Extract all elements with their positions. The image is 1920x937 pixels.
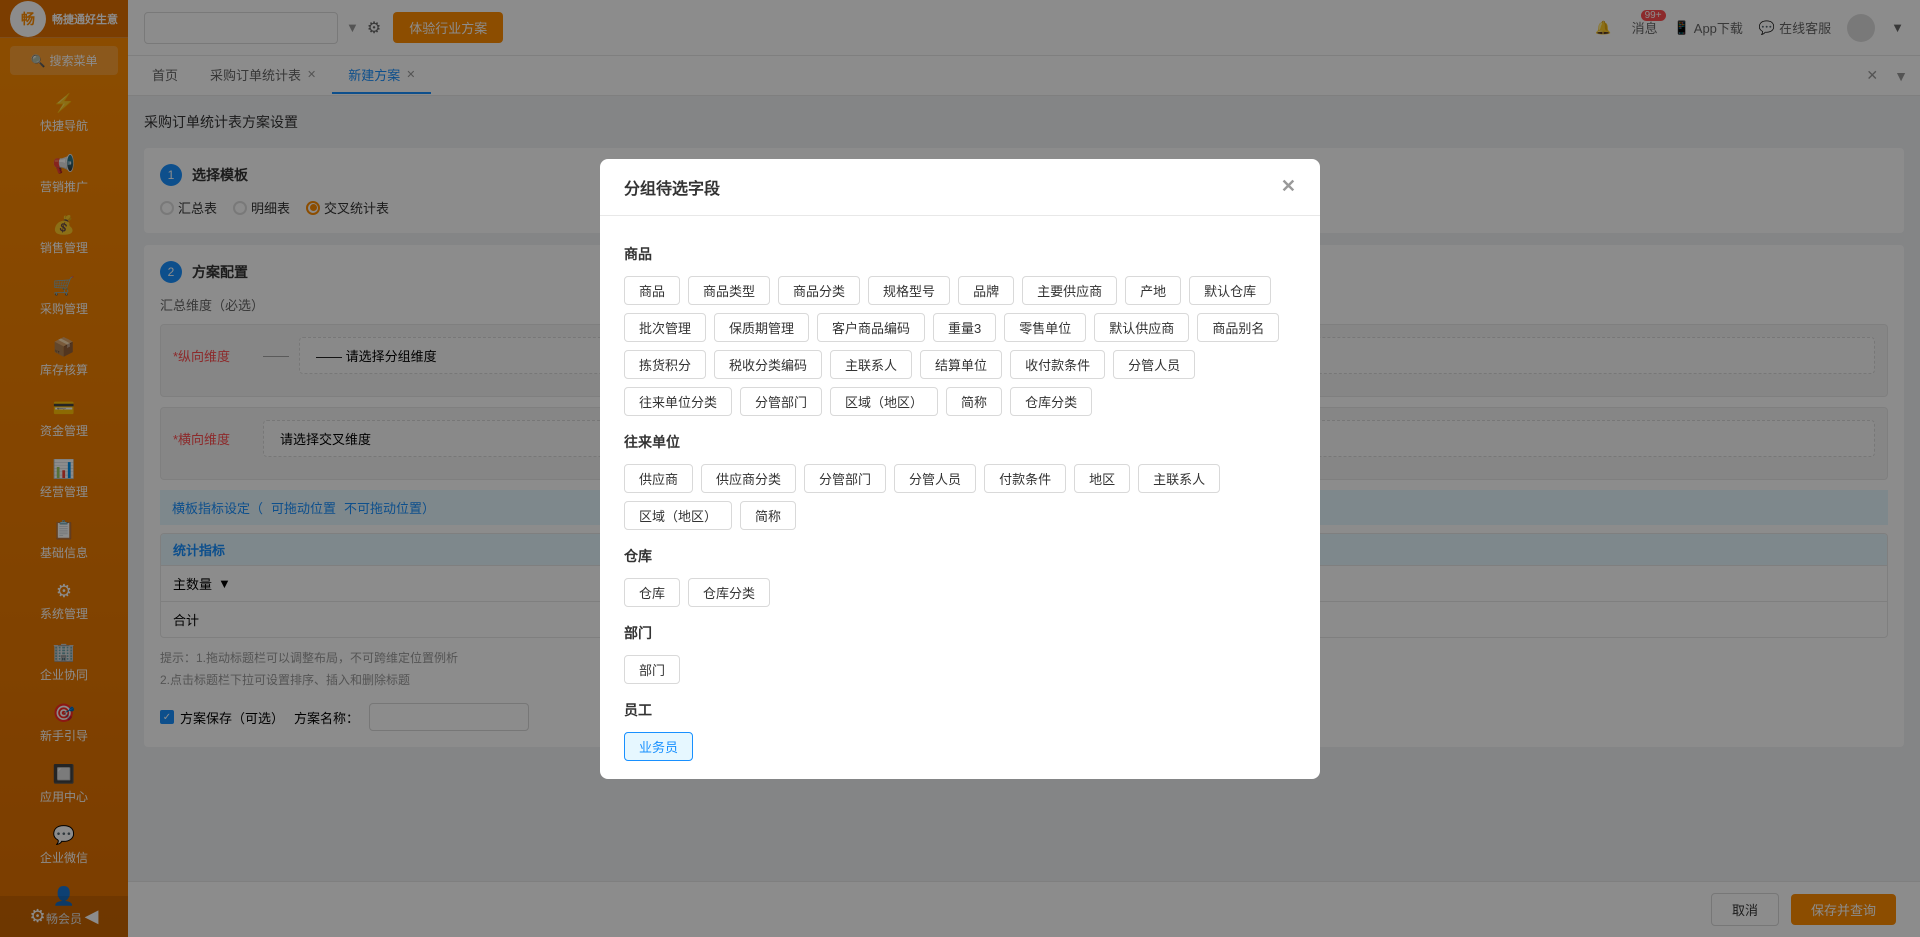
field-tag-拣货积分[interactable]: 拣货积分 — [624, 350, 706, 379]
field-tag-规格型号[interactable]: 规格型号 — [868, 276, 950, 305]
field-tags-employee: 业务员 — [624, 732, 1296, 761]
section-title-goods: 商品 — [624, 244, 1296, 264]
field-tag-默认供应商[interactable]: 默认供应商 — [1094, 313, 1189, 342]
modal-overlay: 分组待选字段 ✕ 商品商品商品类型商品分类规格型号品牌主要供应商产地默认仓库批次… — [0, 0, 1920, 937]
field-tag-仓库[interactable]: 仓库 — [624, 578, 680, 607]
field-tag-区域（地区）[interactable]: 区域（地区） — [830, 387, 938, 416]
field-tags-warehouse: 仓库仓库分类 — [624, 578, 1296, 607]
modal-title: 分组待选字段 — [624, 175, 720, 199]
field-tag-分管部门[interactable]: 分管部门 — [740, 387, 822, 416]
field-tag-供应商分类[interactable]: 供应商分类 — [701, 464, 796, 493]
field-tag-仓库分类[interactable]: 仓库分类 — [688, 578, 770, 607]
modal-dialog: 分组待选字段 ✕ 商品商品商品类型商品分类规格型号品牌主要供应商产地默认仓库批次… — [600, 159, 1320, 779]
field-tag-零售单位[interactable]: 零售单位 — [1004, 313, 1086, 342]
field-tag-保质期管理[interactable]: 保质期管理 — [714, 313, 809, 342]
section-title-employee: 员工 — [624, 700, 1296, 720]
field-tag-分管部门[interactable]: 分管部门 — [804, 464, 886, 493]
field-tag-客户商品编码[interactable]: 客户商品编码 — [817, 313, 925, 342]
field-tags-goods: 商品商品类型商品分类规格型号品牌主要供应商产地默认仓库批次管理保质期管理客户商品… — [624, 276, 1296, 416]
field-tag-业务员[interactable]: 业务员 — [624, 732, 693, 761]
field-tag-收付款条件[interactable]: 收付款条件 — [1010, 350, 1105, 379]
field-tags-department: 部门 — [624, 655, 1296, 684]
field-tag-商品[interactable]: 商品 — [624, 276, 680, 305]
section-title-partner: 往来单位 — [624, 432, 1296, 452]
modal-close-button[interactable]: ✕ — [1281, 176, 1296, 197]
section-title-goods_attr: 商品属性 — [624, 777, 1296, 779]
section-title-department: 部门 — [624, 623, 1296, 643]
field-tag-结算单位[interactable]: 结算单位 — [920, 350, 1002, 379]
field-tag-主要供应商[interactable]: 主要供应商 — [1022, 276, 1117, 305]
modal-header: 分组待选字段 ✕ — [600, 159, 1320, 216]
field-tag-批次管理[interactable]: 批次管理 — [624, 313, 706, 342]
field-tag-仓库分类[interactable]: 仓库分类 — [1010, 387, 1092, 416]
field-tag-地区[interactable]: 地区 — [1074, 464, 1130, 493]
field-tag-分管人员[interactable]: 分管人员 — [894, 464, 976, 493]
field-tag-付款条件[interactable]: 付款条件 — [984, 464, 1066, 493]
modal-body: 商品商品商品类型商品分类规格型号品牌主要供应商产地默认仓库批次管理保质期管理客户… — [600, 216, 1320, 779]
field-tag-部门[interactable]: 部门 — [624, 655, 680, 684]
field-tag-商品别名[interactable]: 商品别名 — [1197, 313, 1279, 342]
field-tag-重量3[interactable]: 重量3 — [933, 313, 996, 342]
field-tag-区域（地区）[interactable]: 区域（地区） — [624, 501, 732, 530]
field-tag-供应商[interactable]: 供应商 — [624, 464, 693, 493]
field-tag-分管人员[interactable]: 分管人员 — [1113, 350, 1195, 379]
field-tag-简称[interactable]: 简称 — [740, 501, 796, 530]
field-tag-品牌[interactable]: 品牌 — [958, 276, 1014, 305]
field-tag-简称[interactable]: 简称 — [946, 387, 1002, 416]
field-tag-产地[interactable]: 产地 — [1125, 276, 1181, 305]
field-tag-默认仓库[interactable]: 默认仓库 — [1189, 276, 1271, 305]
field-tag-主联系人[interactable]: 主联系人 — [830, 350, 912, 379]
field-tag-商品类型[interactable]: 商品类型 — [688, 276, 770, 305]
section-title-warehouse: 仓库 — [624, 546, 1296, 566]
field-tag-税收分类编码[interactable]: 税收分类编码 — [714, 350, 822, 379]
field-tag-商品分类[interactable]: 商品分类 — [778, 276, 860, 305]
field-tag-主联系人[interactable]: 主联系人 — [1138, 464, 1220, 493]
field-tag-往来单位分类[interactable]: 往来单位分类 — [624, 387, 732, 416]
field-tags-partner: 供应商供应商分类分管部门分管人员付款条件地区主联系人区域（地区） 简称 — [624, 464, 1296, 530]
